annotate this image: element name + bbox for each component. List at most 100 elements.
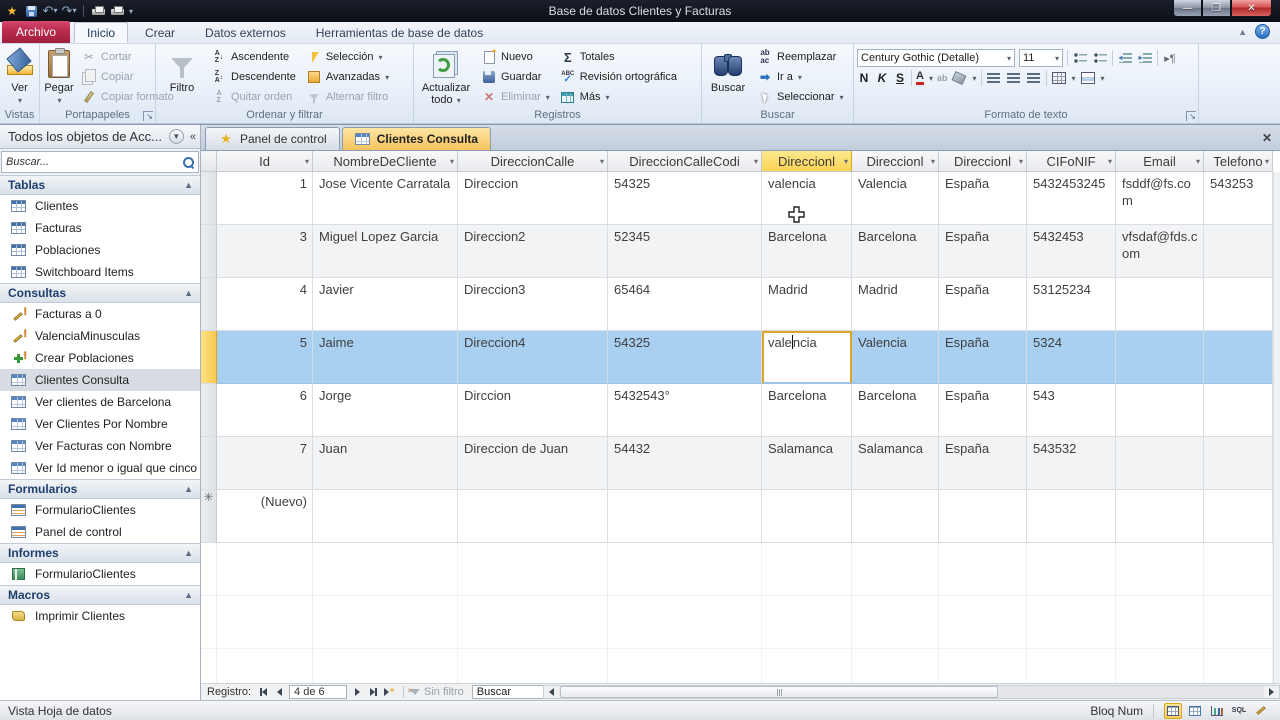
decrease-indent-icon[interactable] bbox=[1117, 50, 1133, 66]
vertical-scrollbar[interactable] bbox=[1273, 172, 1280, 683]
cell-r4c8[interactable]: 5324 bbox=[1027, 331, 1116, 384]
app-star-icon[interactable]: ★ bbox=[5, 4, 19, 18]
nav-item-formularioclientes[interactable]: FormularioClientes bbox=[0, 499, 200, 521]
new-record-nav-button[interactable]: * bbox=[381, 685, 397, 699]
cell-r2c10[interactable] bbox=[1204, 225, 1273, 278]
more-button[interactable]: Más ▾ bbox=[556, 87, 681, 107]
cell-r2c9[interactable]: vfsdaf@fds.com bbox=[1116, 225, 1204, 278]
nav-item-switchboard-items[interactable]: Switchboard Items bbox=[0, 261, 200, 283]
row-selector[interactable] bbox=[201, 225, 217, 278]
ribbon-tab-crear[interactable]: Crear bbox=[132, 22, 188, 43]
increase-indent-icon[interactable] bbox=[1137, 50, 1153, 66]
cell-r5c5[interactable]: Barcelona bbox=[762, 384, 852, 437]
horizontal-scrollbar[interactable] bbox=[543, 685, 1280, 699]
save-record-button[interactable]: Guardar bbox=[477, 67, 554, 87]
column-header-telefono-9[interactable]: Telefono ▾ bbox=[1204, 151, 1273, 172]
cell-r4c10[interactable] bbox=[1204, 331, 1273, 384]
refresh-all-button[interactable]: Actualizar todo ▾ bbox=[417, 46, 475, 107]
column-header-id-0[interactable]: Id ▾ bbox=[217, 151, 313, 172]
print-preview-icon[interactable] bbox=[110, 4, 124, 18]
next-record-button[interactable] bbox=[349, 685, 365, 699]
view-button[interactable]: Ver ▾ bbox=[3, 46, 36, 107]
align-right-icon[interactable] bbox=[1026, 70, 1042, 86]
ribbon-tab-inicio[interactable]: Inicio bbox=[74, 22, 129, 43]
cell-new-c7[interactable] bbox=[939, 490, 1027, 543]
column-header-direccionl-4[interactable]: Direccionl ▾ bbox=[762, 151, 852, 172]
cell-r1c4[interactable]: 54325 bbox=[608, 172, 762, 225]
save-icon[interactable] bbox=[24, 4, 38, 18]
nav-item-ver-id-menor-o-igual-que-cinco[interactable]: Ver Id menor o igual que cinco bbox=[0, 457, 200, 479]
collapse-section-icon[interactable]: ▲ bbox=[184, 590, 193, 600]
cell-r3c6[interactable]: Madrid bbox=[852, 278, 939, 331]
selection-button[interactable]: Selección ▾ bbox=[302, 47, 393, 67]
cell-r2c6[interactable]: Barcelona bbox=[852, 225, 939, 278]
nav-item-ver-clientes-por-nombre[interactable]: Ver Clientes Por Nombre bbox=[0, 413, 200, 435]
cell-r2c8[interactable]: 5432453 bbox=[1027, 225, 1116, 278]
close-document-icon[interactable]: ✕ bbox=[1262, 131, 1272, 145]
row-selector[interactable] bbox=[201, 278, 217, 331]
nav-item-poblaciones[interactable]: Poblaciones bbox=[0, 239, 200, 261]
cell-r2c1[interactable]: 3 bbox=[217, 225, 313, 278]
spelling-button[interactable]: ABC ✓ Revisión ortográfica bbox=[556, 67, 681, 87]
collapse-section-icon[interactable]: ▲ bbox=[184, 548, 193, 558]
cell-r1c7[interactable]: España bbox=[939, 172, 1027, 225]
font-color-icon[interactable]: A bbox=[916, 71, 924, 85]
row-selector[interactable] bbox=[201, 172, 217, 225]
sql-view-icon[interactable]: SQL bbox=[1230, 703, 1248, 719]
toggle-filter-button[interactable]: Alternar filtro bbox=[302, 87, 393, 107]
cell-r6c10[interactable] bbox=[1204, 437, 1273, 490]
cell-r4c4[interactable]: 54325 bbox=[608, 331, 762, 384]
highlight-icon[interactable]: ab bbox=[937, 73, 948, 83]
cell-r4c2[interactable]: Jaime bbox=[313, 331, 458, 384]
datasheet-view-icon[interactable] bbox=[1164, 702, 1182, 719]
cell-r3c1[interactable]: 4 bbox=[217, 278, 313, 331]
collapse-section-icon[interactable]: ▲ bbox=[184, 288, 193, 298]
cell-r3c8[interactable]: 53125234 bbox=[1027, 278, 1116, 331]
sort-descending-button[interactable]: Z A ↓ Descendente bbox=[207, 67, 300, 87]
cell-r4c3[interactable]: Direccion4 bbox=[458, 331, 608, 384]
cell-new-c9[interactable] bbox=[1116, 490, 1204, 543]
cell-r3c4[interactable]: 65464 bbox=[608, 278, 762, 331]
sort-ascending-button[interactable]: A Z ↓ Ascendente bbox=[207, 47, 300, 67]
nav-section-consultas[interactable]: Consultas ▲ bbox=[0, 283, 200, 303]
cell-r6c6[interactable]: Salamanca bbox=[852, 437, 939, 490]
cell-r5c3[interactable]: Dirccion bbox=[458, 384, 608, 437]
gridlines-icon[interactable] bbox=[1051, 70, 1067, 86]
row-selector[interactable] bbox=[201, 437, 217, 490]
nav-item-ver-facturas-con-nombre[interactable]: Ver Facturas con Nombre bbox=[0, 435, 200, 457]
column-header-direccionl-5[interactable]: Direccionl ▾ bbox=[852, 151, 939, 172]
bold-button[interactable]: N bbox=[857, 71, 871, 85]
column-dropdown-icon[interactable]: ▾ bbox=[1265, 157, 1269, 166]
underline-button[interactable]: S bbox=[893, 71, 907, 85]
cell-r6c5[interactable]: Salamanca bbox=[762, 437, 852, 490]
nav-item-valenciaminusculas[interactable]: ValenciaMinusculas bbox=[0, 325, 200, 347]
cell-new-c3[interactable] bbox=[458, 490, 608, 543]
column-header-nombredecliente-1[interactable]: NombreDeCliente ▾ bbox=[313, 151, 458, 172]
delete-record-button[interactable]: ✕ Eliminar ▾ bbox=[477, 87, 554, 107]
cell-r6c4[interactable]: 54432 bbox=[608, 437, 762, 490]
cell-new-c2[interactable] bbox=[313, 490, 458, 543]
column-dropdown-icon[interactable]: ▾ bbox=[1108, 157, 1112, 166]
undo-icon[interactable]: ↶ ▾ bbox=[43, 4, 58, 18]
nav-item-formularioclientes[interactable]: FormularioClientes bbox=[0, 563, 200, 585]
datasheet-select-all[interactable] bbox=[201, 151, 217, 172]
font-name-combo[interactable]: Century Gothic (Detalle) ▾ bbox=[857, 49, 1015, 67]
nav-pane-shutter-icon[interactable]: « bbox=[190, 131, 196, 143]
nav-section-macros[interactable]: Macros ▲ bbox=[0, 585, 200, 605]
nav-item-panel-de-control[interactable]: Panel de control bbox=[0, 521, 200, 543]
replace-button[interactable]: ab ac Reemplazar bbox=[753, 47, 848, 67]
column-dropdown-icon[interactable]: ▾ bbox=[844, 157, 848, 166]
clipboard-dialog-launcher[interactable]: ↘ bbox=[143, 111, 153, 121]
ribbon-tab-datos-externos[interactable]: Datos externos bbox=[192, 22, 299, 43]
nav-item-facturas-a-0[interactable]: Facturas a 0 bbox=[0, 303, 200, 325]
row-selector[interactable] bbox=[201, 331, 217, 384]
nav-item-facturas[interactable]: Facturas bbox=[0, 217, 200, 239]
file-tab[interactable]: Archivo bbox=[2, 21, 71, 43]
column-dropdown-icon[interactable]: ▾ bbox=[931, 157, 935, 166]
cell-r5c10[interactable] bbox=[1204, 384, 1273, 437]
cell-r3c7[interactable]: España bbox=[939, 278, 1027, 331]
column-dropdown-icon[interactable]: ▾ bbox=[305, 157, 309, 166]
nav-section-informes[interactable]: Informes ▲ bbox=[0, 543, 200, 563]
goto-button[interactable]: ➡ Ir a ▾ bbox=[753, 67, 848, 87]
cell-r4c1[interactable]: 5 bbox=[217, 331, 313, 384]
